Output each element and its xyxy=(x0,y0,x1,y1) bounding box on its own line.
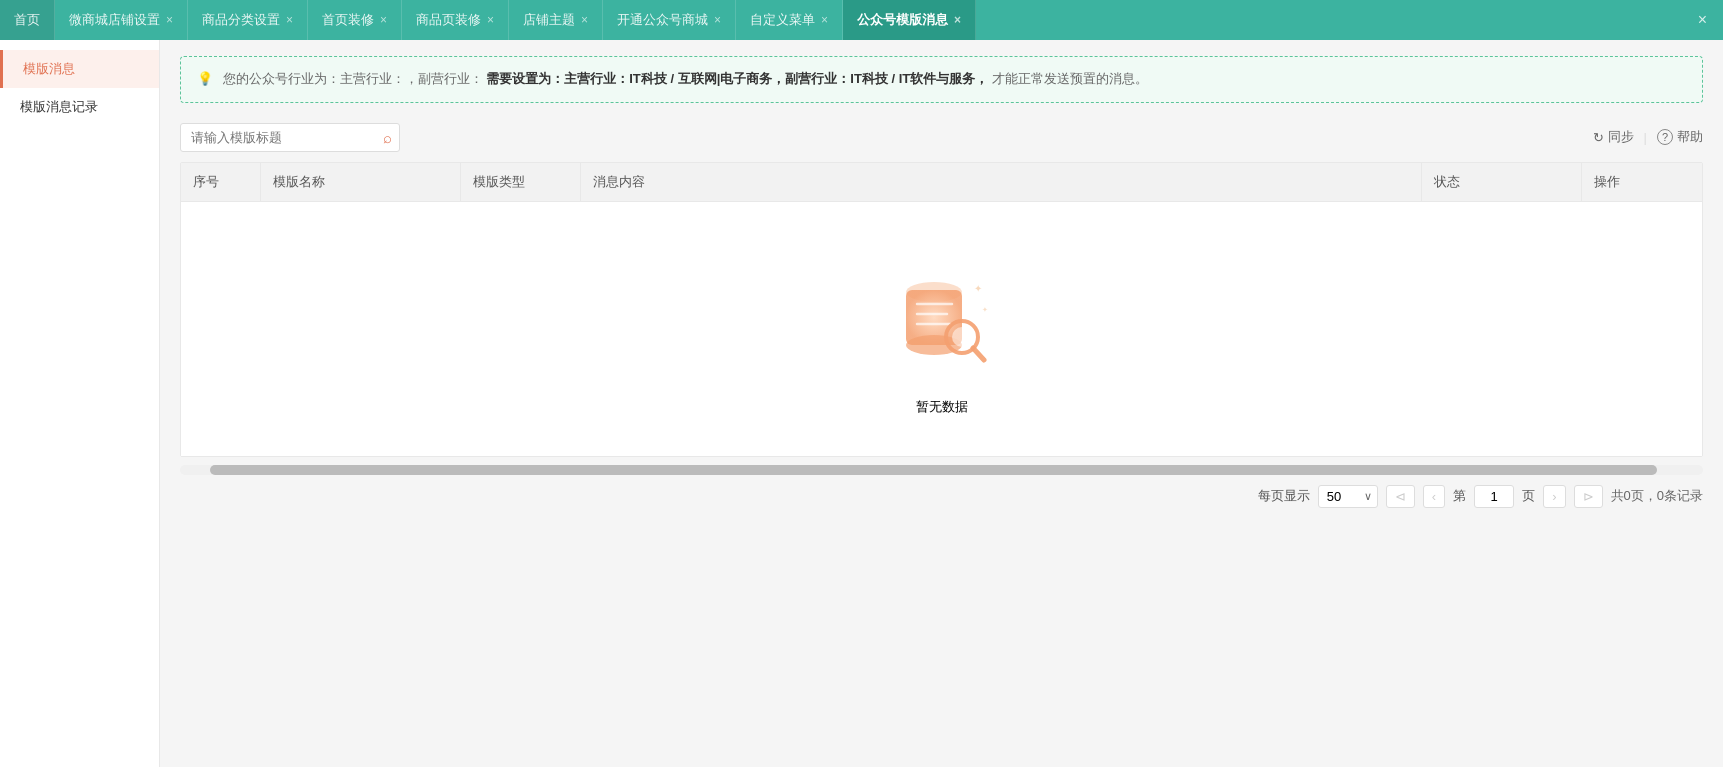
help-icon: ? xyxy=(1657,129,1673,145)
sidebar-item-template-msg[interactable]: 模版消息 xyxy=(0,50,159,88)
empty-illustration: ✦ ✦ xyxy=(882,262,1002,382)
svg-text:✦: ✦ xyxy=(982,306,988,313)
main-layout: 模版消息 模版消息记录 💡 您的公众号行业为：主营行业：，副营行业： 需要设置为… xyxy=(0,40,1723,767)
th-name: 模版名称 xyxy=(261,163,461,201)
th-status: 状态 xyxy=(1422,163,1582,201)
nav-tab-category-label: 商品分类设置 xyxy=(202,11,280,29)
nav-tab-custom-menu-label: 自定义菜单 xyxy=(750,11,815,29)
search-icon: ⌕ xyxy=(383,129,392,146)
nav-tab-open-wechat-close[interactable]: × xyxy=(714,13,721,27)
nav-tab-category-close[interactable]: × xyxy=(286,13,293,27)
nav-tab-open-wechat[interactable]: 开通公众号商城 × xyxy=(603,0,736,40)
top-nav: 首页 微商城店铺设置 × 商品分类设置 × 首页装修 × 商品页装修 × 店铺主… xyxy=(0,0,1723,40)
svg-line-8 xyxy=(973,348,984,360)
nav-tab-category[interactable]: 商品分类设置 × xyxy=(188,0,308,40)
nav-tab-product-decor-close[interactable]: × xyxy=(487,13,494,27)
notice-highlight: 需要设置为：主营行业：IT科技 / 互联网|电子商务，副营行业：IT科技 / I… xyxy=(486,71,988,86)
sidebar-item-template-msg-label: 模版消息 xyxy=(23,61,75,76)
table-header: 序号 模版名称 模版类型 消息内容 状态 操作 xyxy=(181,163,1702,202)
page-prefix: 第 xyxy=(1453,487,1466,505)
search-button[interactable]: ⌕ xyxy=(383,129,392,146)
nav-tab-shop-setting-label: 微商城店铺设置 xyxy=(69,11,160,29)
scrollbar-thumb[interactable] xyxy=(210,465,1657,475)
nav-tab-shop-setting[interactable]: 微商城店铺设置 × xyxy=(55,0,188,40)
th-seq: 序号 xyxy=(181,163,261,201)
pagination: 每页显示 50 20 100 ⊲ ‹ 第 页 › ⊳ 共0页，0条记录 xyxy=(180,485,1703,508)
nav-tab-open-wechat-label: 开通公众号商城 xyxy=(617,11,708,29)
nav-tab-template-msg-label: 公众号模版消息 xyxy=(857,11,948,29)
nav-tab-shop-theme-label: 店铺主题 xyxy=(523,11,575,29)
empty-state: ✦ ✦ 暂无数据 xyxy=(181,202,1702,456)
per-page-select-wrap: 50 20 100 xyxy=(1318,485,1378,508)
nav-tab-template-msg-close[interactable]: × xyxy=(954,13,961,27)
data-table: 序号 模版名称 模版类型 消息内容 状态 操作 xyxy=(180,162,1703,457)
toolbar-right: ↻ 同步 | ? 帮助 xyxy=(1593,128,1703,146)
sync-label: 同步 xyxy=(1608,128,1634,146)
svg-point-7 xyxy=(952,327,972,347)
total-info: 共0页，0条记录 xyxy=(1611,487,1703,505)
page-suffix: 页 xyxy=(1522,487,1535,505)
toolbar-divider: | xyxy=(1644,130,1647,145)
notice-suffix: 才能正常发送预置的消息。 xyxy=(992,71,1148,86)
svg-text:✦: ✦ xyxy=(974,283,982,294)
nav-tab-custom-menu-close[interactable]: × xyxy=(821,13,828,27)
th-type: 模版类型 xyxy=(461,163,581,201)
nav-tab-home-label: 首页 xyxy=(14,11,40,29)
empty-text: 暂无数据 xyxy=(916,398,968,416)
nav-tab-custom-menu[interactable]: 自定义菜单 × xyxy=(736,0,843,40)
search-input[interactable] xyxy=(180,123,400,152)
page-first-button[interactable]: ⊲ xyxy=(1386,485,1415,508)
sidebar: 模版消息 模版消息记录 xyxy=(0,40,160,767)
notice-prefix: 您的公众号行业为：主营行业：，副营行业： xyxy=(223,71,483,86)
nav-tab-shop-theme[interactable]: 店铺主题 × xyxy=(509,0,603,40)
sync-button[interactable]: ↻ 同步 xyxy=(1593,128,1634,146)
per-page-select[interactable]: 50 20 100 xyxy=(1318,485,1378,508)
nav-tab-template-msg[interactable]: 公众号模版消息 × xyxy=(843,0,976,40)
nav-tab-shop-setting-close[interactable]: × xyxy=(166,13,173,27)
per-page-label: 每页显示 xyxy=(1258,487,1310,505)
nav-close-all-button[interactable]: × xyxy=(1682,11,1723,29)
notice-icon: 💡 xyxy=(197,71,213,86)
nav-tab-product-decor-label: 商品页装修 xyxy=(416,11,481,29)
page-number-input[interactable] xyxy=(1474,485,1514,508)
th-action: 操作 xyxy=(1582,163,1702,201)
sidebar-item-template-record[interactable]: 模版消息记录 xyxy=(0,88,159,126)
help-label: 帮助 xyxy=(1677,128,1703,146)
horizontal-scrollbar[interactable] xyxy=(180,465,1703,475)
search-bar: ⌕ ↻ 同步 | ? 帮助 xyxy=(180,123,1703,152)
search-input-wrap: ⌕ xyxy=(180,123,400,152)
content-area: 💡 您的公众号行业为：主营行业：，副营行业： 需要设置为：主营行业：IT科技 /… xyxy=(160,40,1723,767)
sidebar-item-template-record-label: 模版消息记录 xyxy=(20,99,98,114)
nav-tab-home[interactable]: 首页 xyxy=(0,0,55,40)
nav-tab-shop-theme-close[interactable]: × xyxy=(581,13,588,27)
notice-banner: 💡 您的公众号行业为：主营行业：，副营行业： 需要设置为：主营行业：IT科技 /… xyxy=(180,56,1703,103)
page-next-button[interactable]: › xyxy=(1543,485,1565,508)
sync-icon: ↻ xyxy=(1593,130,1604,145)
page-last-button[interactable]: ⊳ xyxy=(1574,485,1603,508)
help-button[interactable]: ? 帮助 xyxy=(1657,128,1703,146)
nav-tab-product-decor[interactable]: 商品页装修 × xyxy=(402,0,509,40)
page-prev-button[interactable]: ‹ xyxy=(1423,485,1445,508)
nav-tab-home-decor-label: 首页装修 xyxy=(322,11,374,29)
nav-tab-home-decor-close[interactable]: × xyxy=(380,13,387,27)
th-content: 消息内容 xyxy=(581,163,1422,201)
nav-tab-home-decor[interactable]: 首页装修 × xyxy=(308,0,402,40)
